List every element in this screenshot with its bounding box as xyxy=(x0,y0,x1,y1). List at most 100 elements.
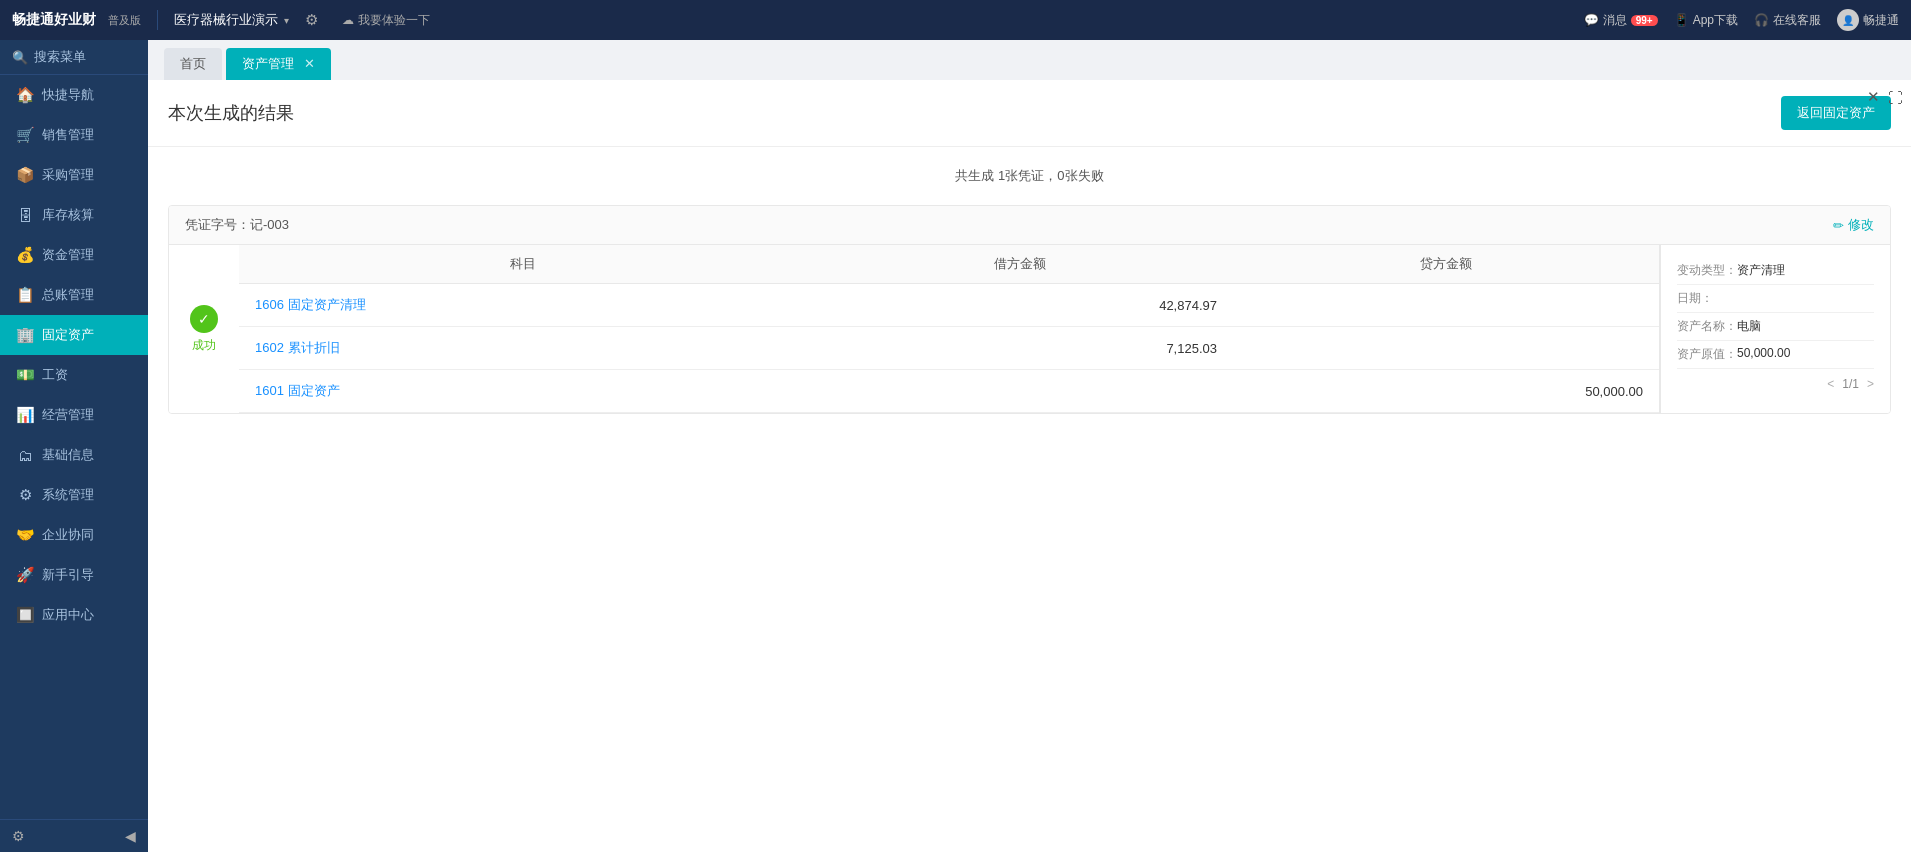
summary-text: 共生成 1张凭证，0张失败 xyxy=(955,168,1103,183)
voucher-table-area: 科目 借方金额 贷方金额 1606 固定资产清理 42,874.97 xyxy=(239,245,1660,413)
row1-credit xyxy=(1233,284,1659,327)
voucher-table: 科目 借方金额 贷方金额 1606 固定资产清理 42,874.97 xyxy=(239,245,1659,413)
company-settings-icon[interactable]: ⚙ xyxy=(305,11,318,29)
app-download-button[interactable]: 📱 App下载 xyxy=(1674,12,1738,29)
guide-label: 新手引导 xyxy=(42,566,94,584)
asset-value-label: 资产原值： xyxy=(1677,346,1737,363)
app-logo: 畅捷通好业财 xyxy=(12,11,96,29)
row1-debit: 42,874.97 xyxy=(807,284,1233,327)
sidebar-item-quick-nav[interactable]: 🏠 快捷导航 xyxy=(0,75,148,115)
payroll-label: 工资 xyxy=(42,366,68,384)
message-label: 消息 xyxy=(1603,12,1627,29)
sidebar-item-purchase[interactable]: 📦 采购管理 xyxy=(0,155,148,195)
sidebar-item-app-center[interactable]: 🔲 应用中心 xyxy=(0,595,148,635)
edit-button[interactable]: ✏ 修改 xyxy=(1833,216,1874,234)
headset-icon: 🎧 xyxy=(1754,13,1769,27)
change-type-row: 变动类型： 资产清理 xyxy=(1677,257,1874,285)
sidebar-item-payroll[interactable]: 💵 工资 xyxy=(0,355,148,395)
page-content: ✕ ⛶ 本次生成的结果 返回固定资产 共生成 1张凭证，0张失败 凭证字号：记-… xyxy=(148,80,1911,852)
panel-close-button[interactable]: ✕ xyxy=(1867,88,1880,106)
prev-page-button[interactable]: < xyxy=(1827,377,1834,391)
sidebar-item-basic-info[interactable]: 🗂 基础信息 xyxy=(0,435,148,475)
row2-credit xyxy=(1233,327,1659,370)
sidebar-item-inventory[interactable]: 🗄 库存核算 xyxy=(0,195,148,235)
enterprise-icon: 🤝 xyxy=(16,526,34,544)
tab-asset-label: 资产管理 xyxy=(242,56,294,71)
asset-value-row: 资产原值： 50,000.00 xyxy=(1677,341,1874,369)
header-left: 畅捷通好业财 普及版 医疗器械行业演示 ▾ ⚙ ☁ 我要体验一下 xyxy=(12,10,430,30)
page-title: 本次生成的结果 xyxy=(168,101,294,125)
table-row: 1602 累计折旧 7,125.03 xyxy=(239,327,1659,370)
sidebar-nav: 🛒 销售管理 📦 采购管理 🗄 库存核算 💰 资金管理 📋 总账管理 🏢 xyxy=(0,115,148,819)
success-icon: ✓ xyxy=(190,305,218,333)
asset-name-row: 资产名称： 电脑 xyxy=(1677,313,1874,341)
system-label: 系统管理 xyxy=(42,486,94,504)
message-badge: 99+ xyxy=(1631,15,1658,26)
sidebar-item-enterprise[interactable]: 🤝 企业协同 xyxy=(0,515,148,555)
asset-name-label: 资产名称： xyxy=(1677,318,1737,335)
company-selector[interactable]: 医疗器械行业演示 ▾ xyxy=(174,11,289,29)
inventory-icon: 🗄 xyxy=(16,207,34,224)
col-header-debit: 借方金额 xyxy=(807,245,1233,284)
tab-asset-management[interactable]: 资产管理 ✕ xyxy=(226,48,331,80)
app-download-label: App下载 xyxy=(1693,12,1738,29)
experience-button[interactable]: ☁ 我要体验一下 xyxy=(342,12,430,29)
sidebar-item-ledger[interactable]: 📋 总账管理 xyxy=(0,275,148,315)
operations-icon: 📊 xyxy=(16,406,34,424)
user-profile-button[interactable]: 👤 畅捷通 xyxy=(1837,9,1899,31)
top-header: 畅捷通好业财 普及版 医疗器械行业演示 ▾ ⚙ ☁ 我要体验一下 💬 消息 99… xyxy=(0,0,1911,40)
voucher-number: 凭证字号：记-003 xyxy=(185,216,289,234)
table-header-row: 科目 借方金额 贷方金额 xyxy=(239,245,1659,284)
next-page-button[interactable]: > xyxy=(1867,377,1874,391)
side-info-panel: 变动类型： 资产清理 日期： 资产名称： 电脑 资产原值： xyxy=(1660,245,1890,413)
purchase-icon: 📦 xyxy=(16,166,34,184)
row3-subject: 1601 固定资产 xyxy=(239,370,807,413)
cloud-icon: ☁ xyxy=(342,13,354,27)
basic-info-icon: 🗂 xyxy=(16,447,34,464)
edit-icon: ✏ xyxy=(1833,218,1844,233)
header-right: 💬 消息 99+ 📱 App下载 🎧 在线客服 👤 畅捷通 xyxy=(1584,9,1899,31)
fixed-assets-label: 固定资产 xyxy=(42,326,94,344)
table-row: 1606 固定资产清理 42,874.97 xyxy=(239,284,1659,327)
sidebar-item-guide[interactable]: 🚀 新手引导 xyxy=(0,555,148,595)
voucher-section: 凭证字号：记-003 ✏ 修改 ✓ 成功 xyxy=(168,205,1891,414)
col-header-credit: 贷方金额 xyxy=(1233,245,1659,284)
panel-expand-button[interactable]: ⛶ xyxy=(1888,88,1903,106)
voucher-body: ✓ 成功 科目 借方金额 贷方金额 xyxy=(169,245,1890,413)
sidebar-item-capital[interactable]: 💰 资金管理 xyxy=(0,235,148,275)
search-menu[interactable]: 🔍 搜索菜单 xyxy=(12,48,136,66)
sidebar-item-fixed-assets[interactable]: 🏢 固定资产 xyxy=(0,315,148,355)
result-summary: 共生成 1张凭证，0张失败 xyxy=(148,147,1911,205)
sidebar-settings-button[interactable]: ⚙ xyxy=(12,828,25,844)
sidebar-item-operations[interactable]: 📊 经营管理 xyxy=(0,395,148,435)
change-type-value: 资产清理 xyxy=(1737,262,1785,279)
row2-subject: 1602 累计折旧 xyxy=(239,327,807,370)
capital-icon: 💰 xyxy=(16,246,34,264)
sales-icon: 🛒 xyxy=(16,126,34,144)
app-center-icon: 🔲 xyxy=(16,606,34,624)
panel-controls: ✕ ⛶ xyxy=(1867,88,1903,106)
table-row: 1601 固定资产 50,000.00 xyxy=(239,370,1659,413)
sidebar-item-system[interactable]: ⚙ 系统管理 xyxy=(0,475,148,515)
tab-bar: 首页 资产管理 ✕ xyxy=(148,40,1911,80)
edit-label: 修改 xyxy=(1848,216,1874,234)
tab-close-icon[interactable]: ✕ xyxy=(304,56,315,71)
row3-credit: 50,000.00 xyxy=(1233,370,1659,413)
sidebar-search-area[interactable]: 🔍 搜索菜单 xyxy=(0,40,148,75)
ledger-icon: 📋 xyxy=(16,286,34,304)
inventory-label: 库存核算 xyxy=(42,206,94,224)
message-button[interactable]: 💬 消息 99+ xyxy=(1584,12,1658,29)
pagination-info: 1/1 xyxy=(1842,377,1859,391)
date-row: 日期： xyxy=(1677,285,1874,313)
sidebar-collapse-button[interactable]: ◀ xyxy=(125,828,136,844)
tab-home[interactable]: 首页 xyxy=(164,48,222,80)
content-area: 首页 资产管理 ✕ ✕ ⛶ 本次生成的结果 返回固定资产 共生成 1张凭证，0张… xyxy=(148,40,1911,852)
company-name: 医疗器械行业演示 xyxy=(174,11,278,29)
app-center-label: 应用中心 xyxy=(42,606,94,624)
page-header: 本次生成的结果 返回固定资产 xyxy=(148,80,1911,147)
asset-name-value: 电脑 xyxy=(1737,318,1761,335)
online-service-button[interactable]: 🎧 在线客服 xyxy=(1754,12,1821,29)
sales-label: 销售管理 xyxy=(42,126,94,144)
sidebar-item-sales[interactable]: 🛒 销售管理 xyxy=(0,115,148,155)
quick-nav-label: 快捷导航 xyxy=(42,86,94,104)
